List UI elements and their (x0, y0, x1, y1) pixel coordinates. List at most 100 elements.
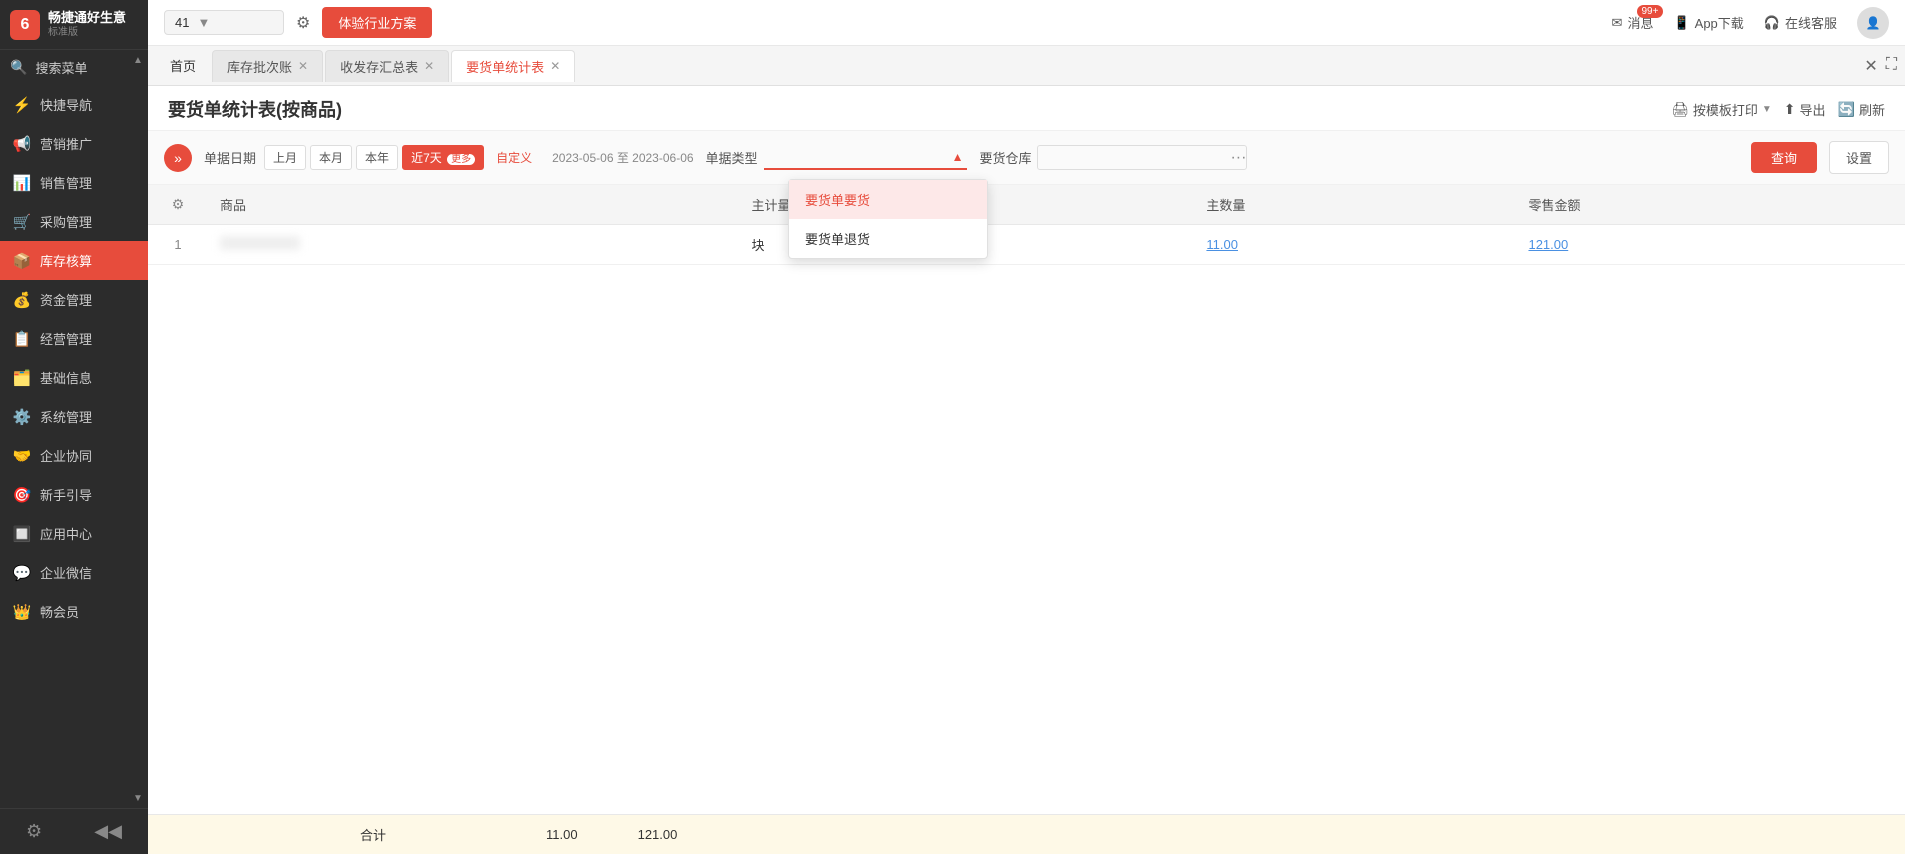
sidebar-item-operations[interactable]: 📋 经营管理 (0, 319, 148, 358)
online-service-action[interactable]: 🎧 在线客服 (1764, 13, 1837, 32)
dropdown-item-order-return[interactable]: 要货单退货 (789, 219, 987, 258)
quick-nav-icon: ⚡ (12, 96, 32, 114)
print-dropdown-icon[interactable]: ▼ (1762, 104, 1772, 115)
search-icon: 🔍 (10, 59, 27, 76)
sidebar-item-enterprise[interactable]: 🤝 企业协同 (0, 436, 148, 475)
print-button[interactable]: 🖨 按模板打印 ▼ (1671, 100, 1772, 119)
tab-receive-summary-label: 收发存汇总表 (340, 57, 418, 76)
enterprise-icon: 🤝 (12, 447, 32, 465)
app-center-icon: 🔲 (12, 525, 32, 543)
sidebar-item-system[interactable]: ⚙️ 系统管理 (0, 397, 148, 436)
date-btn-custom[interactable]: 自定义 (488, 146, 540, 169)
app-download-icon: 📱 (1673, 15, 1689, 31)
tab-inventory-batch-label: 库存批次账 (227, 57, 292, 76)
store-selector[interactable]: 41 ▼ (164, 10, 284, 35)
date-range-text: 2023-05-06 至 2023-06-06 (552, 149, 693, 166)
footer-quantity: 11.00 (546, 827, 578, 842)
sidebar-settings-btn[interactable]: ⚙ (18, 817, 50, 846)
type-input-container: ▲ (764, 145, 968, 170)
sidebar: 6 畅捷通好生意 标准版 🔍 搜索菜单 ⚡ 快捷导航 📢 营销推广 📊 销售管理… (0, 0, 148, 854)
warehouse-input-container: ··· (1037, 145, 1247, 170)
sidebar-item-guide[interactable]: 🎯 新手引导 (0, 475, 148, 514)
filter-toggle-btn[interactable]: » (164, 144, 192, 172)
date-btn-7days[interactable]: 近7天 更多 (402, 145, 484, 170)
date-btn-last-month[interactable]: 上月 (264, 145, 306, 170)
purchase-icon: 🛒 (12, 213, 32, 231)
sidebar-item-wechat[interactable]: 💬 企业微信 (0, 553, 148, 592)
date-btn-this-year[interactable]: 本年 (356, 145, 398, 170)
tabs-close-all-icon[interactable]: ✕ (1864, 56, 1877, 76)
app-download-action[interactable]: 📱 App下载 (1673, 13, 1743, 32)
warehouse-label: 要货仓库 (979, 148, 1031, 167)
marketing-icon: 📢 (12, 135, 32, 153)
date-btn-this-month[interactable]: 本月 (310, 145, 352, 170)
settings-button[interactable]: 设置 (1829, 141, 1889, 174)
date-buttons: 上月 本月 本年 近7天 更多 自定义 (264, 145, 540, 170)
message-badge: 99+ (1637, 5, 1664, 18)
sidebar-scroll-up[interactable]: ▲ (130, 52, 146, 68)
trial-button[interactable]: 体验行业方案 (322, 7, 432, 38)
page-title: 要货单统计表(按商品) (168, 96, 342, 122)
search-menu[interactable]: 🔍 搜索菜单 (0, 50, 148, 85)
warehouse-input[interactable] (1038, 146, 1230, 169)
date-label: 单据日期 (204, 148, 256, 167)
sidebar-item-purchase[interactable]: 🛒 采购管理 (0, 202, 148, 241)
7days-label: 近7天 (411, 151, 442, 165)
row-amount[interactable]: 121.00 (1516, 225, 1905, 265)
tab-inventory-batch-close[interactable]: ✕ (298, 59, 308, 73)
tabs-actions: ✕ ⛶ (1864, 56, 1897, 76)
dropdown-item-order-goods[interactable]: 要货单要货 (789, 180, 987, 219)
print-label: 按模板打印 (1693, 100, 1758, 119)
sidebar-item-marketing[interactable]: 📢 营销推广 (0, 124, 148, 163)
basic-info-icon: 🗂️ (12, 369, 32, 387)
refresh-icon: 🔄 (1838, 101, 1855, 118)
main-content: 41 ▼ ⚙ 体验行业方案 ✉ 消息 99+ 📱 App下载 🎧 在线客服 👤 (148, 0, 1905, 854)
page-header-actions: 🖨 按模板打印 ▼ ⬆ 导出 🔄 刷新 (1671, 100, 1885, 119)
tabs-expand-icon[interactable]: ⛶ (1886, 56, 1897, 76)
tab-order-summary[interactable]: 要货单统计表 ✕ (451, 50, 575, 82)
tab-receive-summary[interactable]: 收发存汇总表 ✕ (325, 50, 449, 82)
sidebar-item-member[interactable]: 👑 畅会员 (0, 592, 148, 631)
table-footer: 合计 11.00 121.00 (148, 814, 1905, 854)
member-icon: 👑 (12, 603, 32, 621)
tab-order-summary-close[interactable]: ✕ (550, 59, 560, 73)
sidebar-item-inventory[interactable]: 📦 库存核算 (0, 241, 148, 280)
warehouse-more-icon[interactable]: ··· (1230, 149, 1246, 167)
refresh-button[interactable]: 🔄 刷新 (1838, 100, 1885, 119)
filter-bar: » 单据日期 上月 本月 本年 近7天 更多 自定义 2023-05-06 至 … (148, 131, 1905, 185)
sidebar-item-finance[interactable]: 💰 资金管理 (0, 280, 148, 319)
row-index: 1 (148, 225, 208, 265)
data-table: ⚙ 商品 主计量单位 主数量 零售金额 1 块 (148, 185, 1905, 265)
sidebar-collapse-btn[interactable]: ◀◀ (86, 817, 130, 846)
date-filter-group: 单据日期 上月 本月 本年 近7天 更多 自定义 2023-05-06 至 20… (204, 145, 694, 170)
7days-badge: 更多 (447, 154, 475, 165)
sidebar-scroll-down[interactable]: ▼ (130, 790, 146, 806)
tab-home[interactable]: 首页 (156, 50, 210, 81)
sidebar-item-basic-info[interactable]: 🗂️ 基础信息 (0, 358, 148, 397)
message-action[interactable]: ✉ 消息 99+ (1612, 13, 1654, 32)
sidebar-item-app-center[interactable]: 🔲 应用中心 (0, 514, 148, 553)
message-icon: ✉ (1612, 15, 1623, 31)
type-input[interactable] (764, 145, 948, 168)
tab-inventory-batch[interactable]: 库存批次账 ✕ (212, 50, 323, 82)
query-button[interactable]: 查询 (1751, 142, 1817, 173)
avatar-placeholder: 👤 (1866, 16, 1881, 30)
row-product (208, 225, 740, 265)
header-settings-icon[interactable]: ⚙ (296, 13, 310, 33)
col-settings-icon[interactable]: ⚙ (172, 196, 185, 212)
sidebar-item-sales[interactable]: 📊 销售管理 (0, 163, 148, 202)
export-button[interactable]: ⬆ 导出 (1784, 100, 1826, 119)
header-left: 41 ▼ ⚙ 体验行业方案 (164, 7, 432, 38)
row-quantity[interactable]: 11.00 (1194, 225, 1516, 265)
tab-receive-summary-close[interactable]: ✕ (424, 59, 434, 73)
filter-toggle-icon: » (174, 150, 182, 166)
tab-home-label: 首页 (170, 56, 196, 75)
type-arrow-icon[interactable]: ▲ (948, 150, 968, 164)
guide-icon: 🎯 (12, 486, 32, 504)
sidebar-item-quick-nav[interactable]: ⚡ 快捷导航 (0, 85, 148, 124)
footer-label: 合计 (360, 825, 386, 844)
sales-icon: 📊 (12, 174, 32, 192)
user-avatar[interactable]: 👤 (1857, 7, 1889, 39)
store-chevron-icon: ▼ (197, 15, 210, 30)
sidebar-nav: ⚡ 快捷导航 📢 营销推广 📊 销售管理 🛒 采购管理 📦 库存核算 💰 资金管… (0, 85, 148, 808)
